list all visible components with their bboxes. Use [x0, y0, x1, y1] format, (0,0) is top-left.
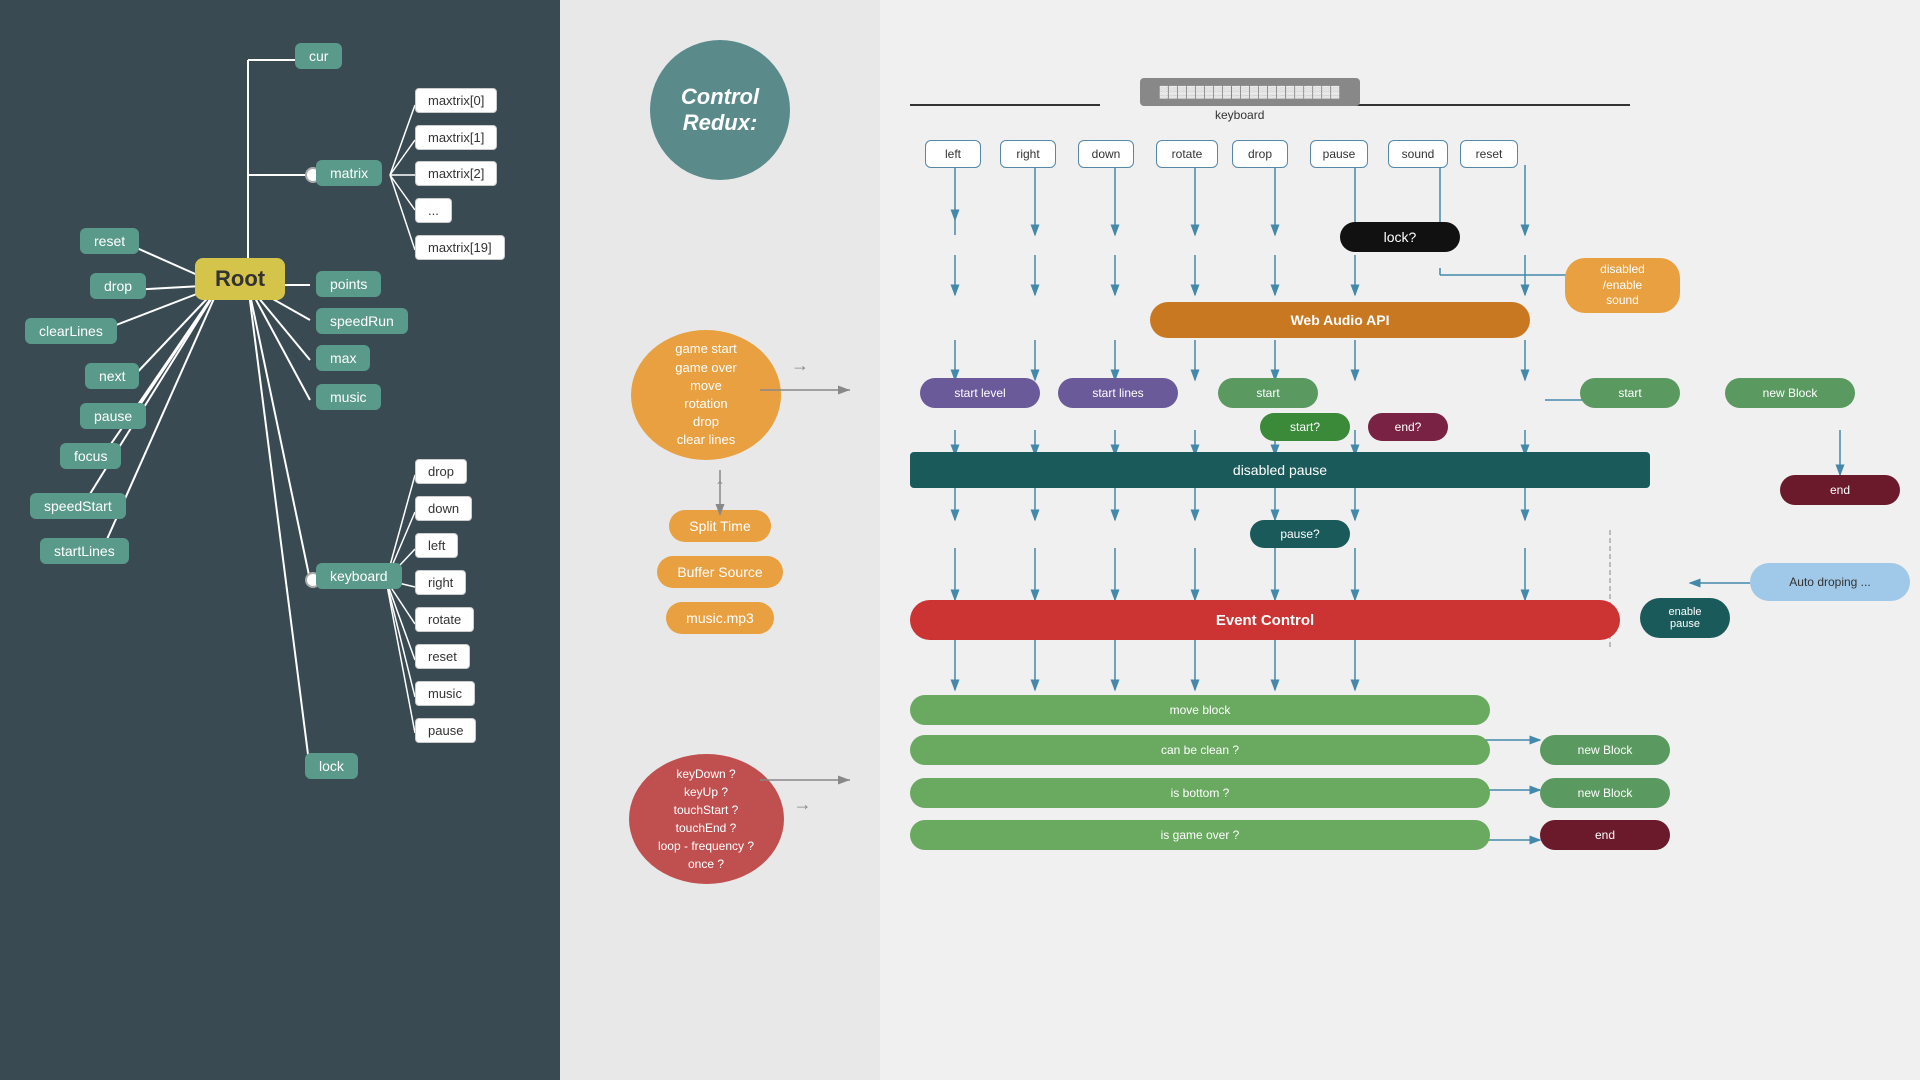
is-game-over-bar: is game over ? — [910, 820, 1490, 850]
right-button[interactable]: right — [1000, 140, 1056, 168]
middle-panel: Control Redux: game start game over move… — [560, 0, 880, 1080]
control-redux-title: Control Redux: — [650, 40, 790, 180]
speedstart-node: speedStart — [30, 493, 126, 519]
new-block-2: new Block — [1540, 735, 1670, 765]
left-button[interactable]: left — [925, 140, 981, 168]
keyboard-device: ▓▓▓▓▓▓▓▓▓▓▓▓▓▓▓▓▓▓▓▓ — [1140, 78, 1360, 106]
focus-node: focus — [60, 443, 121, 469]
keyboard-node: keyboard — [316, 563, 402, 589]
sound-button[interactable]: sound — [1388, 140, 1448, 168]
drop-node: drop — [90, 273, 146, 299]
cur-node: cur — [295, 43, 342, 69]
ellipsis-node: ... — [415, 198, 452, 223]
start-btn[interactable]: start — [1218, 378, 1318, 408]
pause-kb-node: pause — [415, 718, 476, 743]
rotate-button[interactable]: rotate — [1156, 140, 1218, 168]
can-be-clean-bar: can be clean ? — [910, 735, 1490, 765]
event-control-bar: Event Control — [910, 600, 1620, 640]
down-kb-node: down — [415, 496, 472, 521]
down-button[interactable]: down — [1078, 140, 1134, 168]
start-q-btn: start? — [1260, 413, 1350, 441]
root-node: Root — [195, 258, 285, 300]
split-time-bubble: Split Time — [669, 510, 770, 542]
reset-node: reset — [80, 228, 139, 254]
new-block-1: new Block — [1725, 378, 1855, 408]
buffer-source-bubble: Buffer Source — [657, 556, 782, 588]
lock-node-flow: lock? — [1340, 222, 1460, 252]
move-block-bar: move block — [910, 695, 1490, 725]
rotate-kb-node: rotate — [415, 607, 474, 632]
web-audio-api: Web Audio API — [1150, 302, 1530, 338]
reset-kb-node: reset — [415, 644, 470, 669]
music-kb-node: music — [415, 681, 475, 706]
flow-diagram-panel: ▓▓▓▓▓▓▓▓▓▓▓▓▓▓▓▓▓▓▓▓ keyboard left right… — [880, 0, 1920, 1080]
points-node: points — [316, 271, 381, 297]
auto-dropping-btn: Auto droping ... — [1750, 563, 1910, 601]
pause-q-btn: pause? — [1250, 520, 1350, 548]
new-block-3: new Block — [1540, 778, 1670, 808]
lock-node: lock — [305, 753, 358, 779]
start-level-btn[interactable]: start level — [920, 378, 1040, 408]
right-kb-node: right — [415, 570, 466, 595]
end-2-btn: end — [1540, 820, 1670, 850]
startlines-node: startLines — [40, 538, 129, 564]
matrix-node: matrix — [316, 160, 382, 186]
is-bottom-bar: is bottom ? — [910, 778, 1490, 808]
speedrun-node: speedRun — [316, 308, 408, 334]
music-node: music — [316, 384, 381, 410]
key-events-bubble: keyDown ? keyUp ? touchStart ? touchEnd … — [629, 754, 784, 884]
disabled-pause-bar: disabled pause — [910, 452, 1650, 488]
drop-kb-node: drop — [415, 459, 467, 484]
end-q-btn: end? — [1368, 413, 1448, 441]
maxtrix1-node: maxtrix[1] — [415, 125, 497, 150]
game-events-bubble: game start game over move rotation drop … — [631, 330, 781, 460]
maxtrix0-node: maxtrix[0] — [415, 88, 497, 113]
next-node: next — [85, 363, 139, 389]
maxtrix2-node: maxtrix[2] — [415, 161, 497, 186]
left-kb-node: left — [415, 533, 458, 558]
mindmap-panel: Root cur matrix maxtrix[0] maxtrix[1] ma… — [0, 0, 560, 1080]
pause-button[interactable]: pause — [1310, 140, 1368, 168]
maxtrix19-node: maxtrix[19] — [415, 235, 505, 260]
disabled-enable-sound: disabled /enable sound — [1565, 258, 1680, 313]
keyboard-label: keyboard — [1215, 108, 1264, 122]
reset-button[interactable]: reset — [1460, 140, 1518, 168]
start2-btn: start — [1580, 378, 1680, 408]
end-1-btn: end — [1780, 475, 1900, 505]
clearlines-node: clearLines — [25, 318, 117, 344]
pause-node: pause — [80, 403, 146, 429]
enable-pause-btn: enable pause — [1640, 598, 1730, 638]
drop-button[interactable]: drop — [1232, 140, 1288, 168]
max-node: max — [316, 345, 370, 371]
start-lines-btn[interactable]: start lines — [1058, 378, 1178, 408]
music-file-bubble: music.mp3 — [666, 602, 774, 634]
